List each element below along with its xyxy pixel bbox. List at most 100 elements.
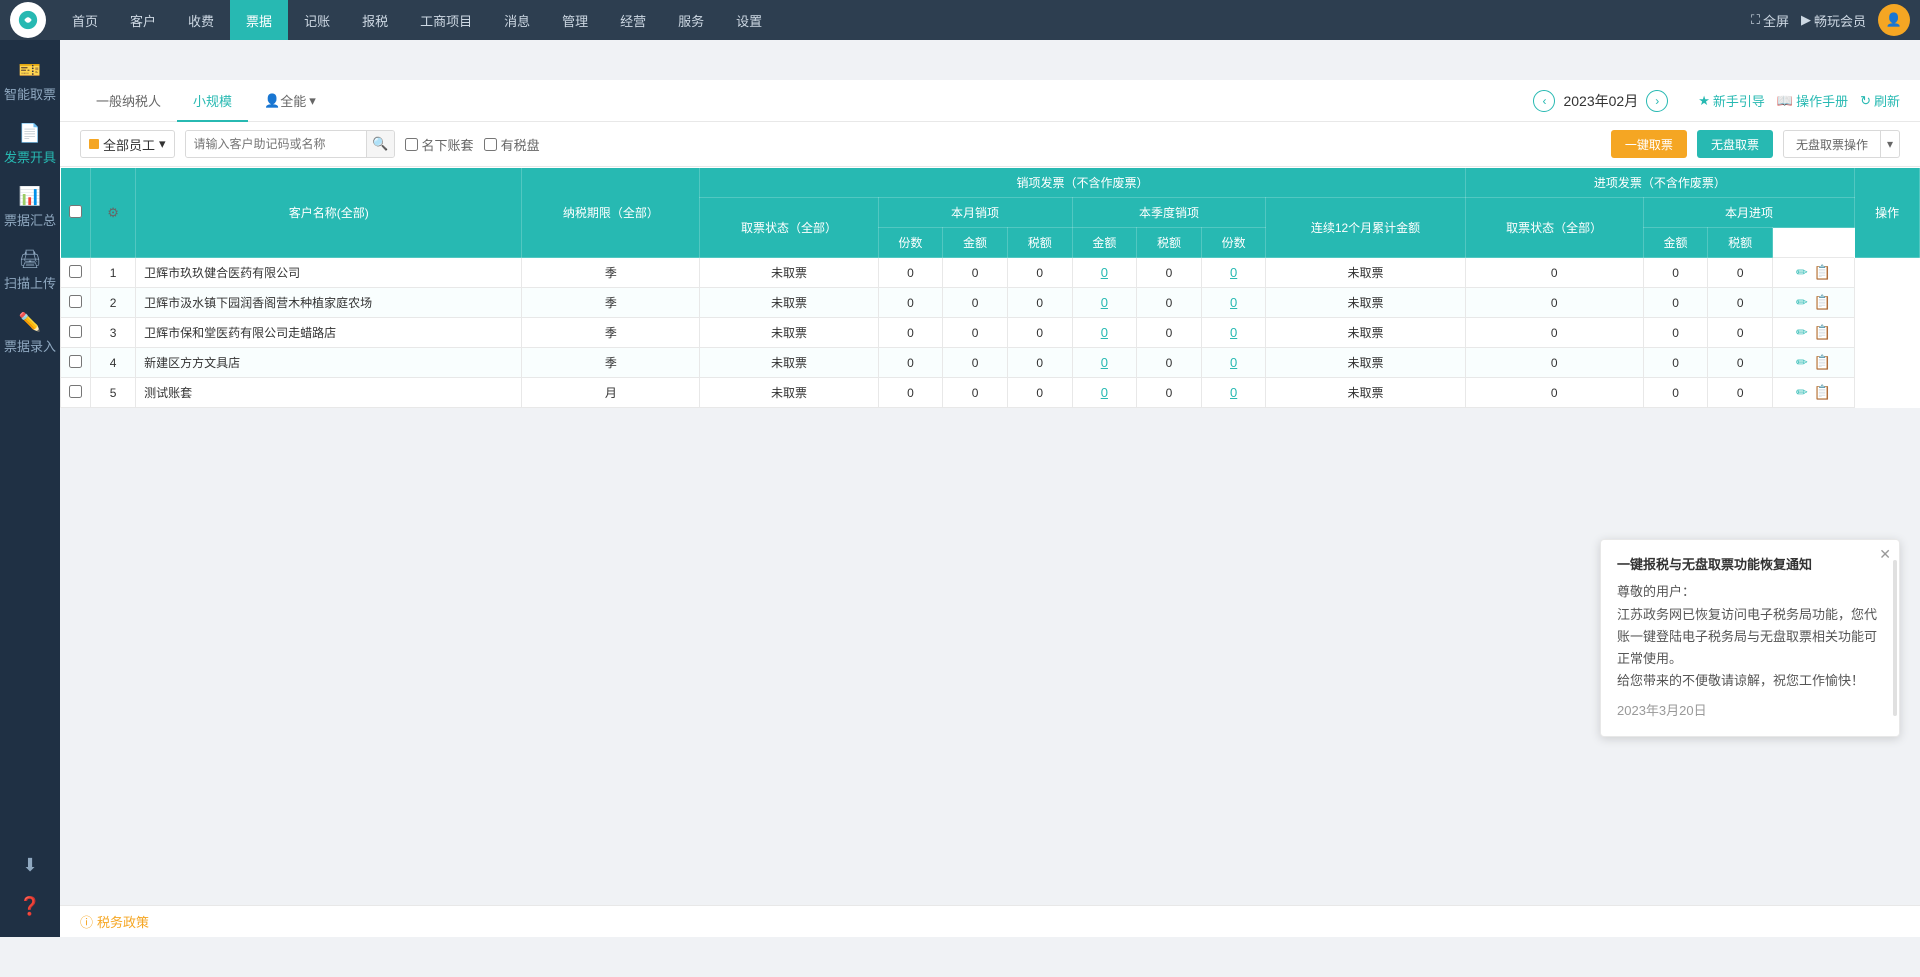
cell-purchase-amount: 0 [1643, 288, 1708, 318]
cell-tax-period: 月 [522, 378, 700, 408]
th-settings: ⚙ [91, 168, 136, 258]
prev-month-button[interactable]: ‹ [1533, 90, 1555, 112]
cell-sale-month-amount: 0 [943, 378, 1008, 408]
cell-sale-quarter-tax: 0 [1137, 378, 1202, 408]
cell-index: 3 [91, 318, 136, 348]
row-checkbox[interactable] [69, 265, 82, 278]
row-checkbox[interactable] [69, 295, 82, 308]
th-sale-month-amount: 金额 [943, 228, 1008, 258]
cell-sale-status: 未取票 [700, 348, 878, 378]
search-input[interactable] [186, 130, 366, 158]
cell-sale-quarter-amount: 0 [1072, 258, 1137, 288]
invoice-summary-icon: 📊 [19, 186, 41, 207]
sidebar-item-download[interactable]: ⬇ [0, 845, 60, 886]
cell-purchase-copies: 0 [1465, 258, 1643, 288]
no-disk-ops-dropdown[interactable]: ▾ [1881, 130, 1900, 158]
cell-tax-period: 季 [522, 288, 700, 318]
edit-icon[interactable]: ✏ [1796, 324, 1808, 341]
nav-settings[interactable]: 设置 [720, 0, 778, 40]
cell-tax-period: 季 [522, 258, 700, 288]
th-sale-month: 本月销项 [878, 198, 1072, 228]
notification-close-button[interactable]: ✕ [1879, 546, 1891, 563]
nav-accounting[interactable]: 记账 [288, 0, 346, 40]
nav-manage[interactable]: 管理 [546, 0, 604, 40]
app-logo [10, 2, 46, 38]
nav-customer[interactable]: 客户 [114, 0, 172, 40]
row-checkbox[interactable] [69, 355, 82, 368]
data-table: ⚙ 客户名称(全部) 纳税期限（全部） 销项发票（不含作废票） 进项发票（不含作… [60, 167, 1920, 408]
cell-purchase-amount: 0 [1643, 378, 1708, 408]
nav-fee[interactable]: 收费 [172, 0, 230, 40]
cell-sale-month-amount: 0 [943, 288, 1008, 318]
cell-purchase-amount: 0 [1643, 348, 1708, 378]
refresh-button[interactable]: ↻ 刷新 [1860, 91, 1900, 110]
under-account-checkbox-input[interactable] [405, 138, 418, 151]
detail-icon[interactable]: 📋 [1814, 294, 1831, 311]
th-purchase-copies: 份数 [1201, 228, 1266, 258]
cell-purchase-tax: 0 [1708, 288, 1773, 318]
edit-icon[interactable]: ✏ [1796, 354, 1808, 371]
current-month: 2023年02月 [1563, 91, 1638, 111]
cell-purchase-copies: 0 [1465, 288, 1643, 318]
row-checkbox[interactable] [69, 385, 82, 398]
detail-icon[interactable]: 📋 [1814, 264, 1831, 281]
table-body: 1 卫辉市玖玖健合医药有限公司 季 未取票 0 0 0 0 0 0 未取票 0 … [61, 258, 1920, 408]
next-month-button[interactable]: › [1646, 90, 1668, 112]
sidebar-item-invoice-issue[interactable]: 📄 发票开具 [0, 113, 60, 176]
sidebar-item-smart-ticket[interactable]: 🎫 智能取票 [0, 50, 60, 113]
sidebar-item-scan-upload[interactable]: 🖨 扫描上传 [0, 239, 60, 302]
select-all-checkbox[interactable] [69, 205, 82, 218]
tab-general-taxpayer[interactable]: 一般纳税人 [80, 80, 177, 122]
nav-commerce[interactable]: 工商项目 [404, 0, 488, 40]
cell-purchase-tax: 0 [1708, 348, 1773, 378]
cell-purchase-copies: 0 [1465, 318, 1643, 348]
detail-icon[interactable]: 📋 [1814, 384, 1831, 401]
fullscreen-button[interactable]: ⛶ 全屏 [1751, 11, 1789, 30]
manual-button[interactable]: 📖 操作手册 [1777, 91, 1848, 110]
sidebar-item-invoice-entry[interactable]: ✏️ 票据录入 [0, 302, 60, 365]
cell-tax-period: 季 [522, 318, 700, 348]
cell-actions: ✏ 📋 [1773, 258, 1855, 288]
tab-all-around[interactable]: 👤 全能 ▾ [248, 80, 332, 122]
has-disk-checkbox-input[interactable] [484, 138, 497, 151]
nav-service[interactable]: 服务 [662, 0, 720, 40]
no-disk-ticket-button[interactable]: 无盘取票 [1697, 130, 1773, 158]
detail-icon[interactable]: 📋 [1814, 324, 1831, 341]
sidebar-item-help[interactable]: ❓ [0, 886, 60, 927]
edit-icon[interactable]: ✏ [1796, 264, 1808, 281]
nav-operation[interactable]: 经营 [604, 0, 662, 40]
cell-sale-month-copies: 0 [878, 288, 943, 318]
detail-icon[interactable]: 📋 [1814, 354, 1831, 371]
cell-sale-quarter-amount: 0 [1072, 288, 1137, 318]
cell-purchase-copies: 0 [1465, 348, 1643, 378]
notification-scrollbar[interactable] [1893, 560, 1897, 716]
under-account-checkbox[interactable]: 名下账套 [405, 135, 474, 154]
one-click-ticket-button[interactable]: 一键取票 [1611, 130, 1687, 158]
nav-message[interactable]: 消息 [488, 0, 546, 40]
policy-link[interactable]: ⓘ 税务政策 [80, 912, 149, 931]
data-table-wrapper: ⚙ 客户名称(全部) 纳税期限（全部） 销项发票（不含作废票） 进项发票（不含作… [60, 167, 1920, 408]
notification-title: 一键报税与无盘取票功能恢复通知 [1617, 554, 1883, 573]
sidebar-item-invoice-summary[interactable]: 📊 票据汇总 [0, 176, 60, 239]
edit-icon[interactable]: ✏ [1796, 384, 1808, 401]
tab-small-scale[interactable]: 小规模 [177, 80, 248, 122]
th-checkbox [61, 168, 91, 258]
settings-icon[interactable]: ⚙ [107, 205, 119, 220]
nav-invoice[interactable]: 票据 [230, 0, 288, 40]
th-sale-month-tax: 税额 [1007, 228, 1072, 258]
has-disk-checkbox[interactable]: 有税盘 [484, 135, 540, 154]
table-row: 1 卫辉市玖玖健合医药有限公司 季 未取票 0 0 0 0 0 0 未取票 0 … [61, 258, 1920, 288]
search-box: 🔍 [185, 130, 395, 158]
employee-select[interactable]: 全部员工 ▾ [80, 130, 175, 158]
cell-sale-month-tax: 0 [1007, 348, 1072, 378]
edit-icon[interactable]: ✏ [1796, 294, 1808, 311]
user-avatar[interactable]: 👤 [1878, 4, 1910, 36]
row-checkbox[interactable] [69, 325, 82, 338]
no-disk-ops-button[interactable]: 无盘取票操作 [1783, 130, 1881, 158]
search-button[interactable]: 🔍 [366, 130, 394, 158]
guide-button[interactable]: ★ 新手引导 [1698, 91, 1765, 110]
cell-purchase-tax: 0 [1708, 318, 1773, 348]
nav-tax[interactable]: 报税 [346, 0, 404, 40]
nav-home[interactable]: 首页 [56, 0, 114, 40]
member-button[interactable]: ▶ 畅玩会员 [1801, 11, 1866, 30]
